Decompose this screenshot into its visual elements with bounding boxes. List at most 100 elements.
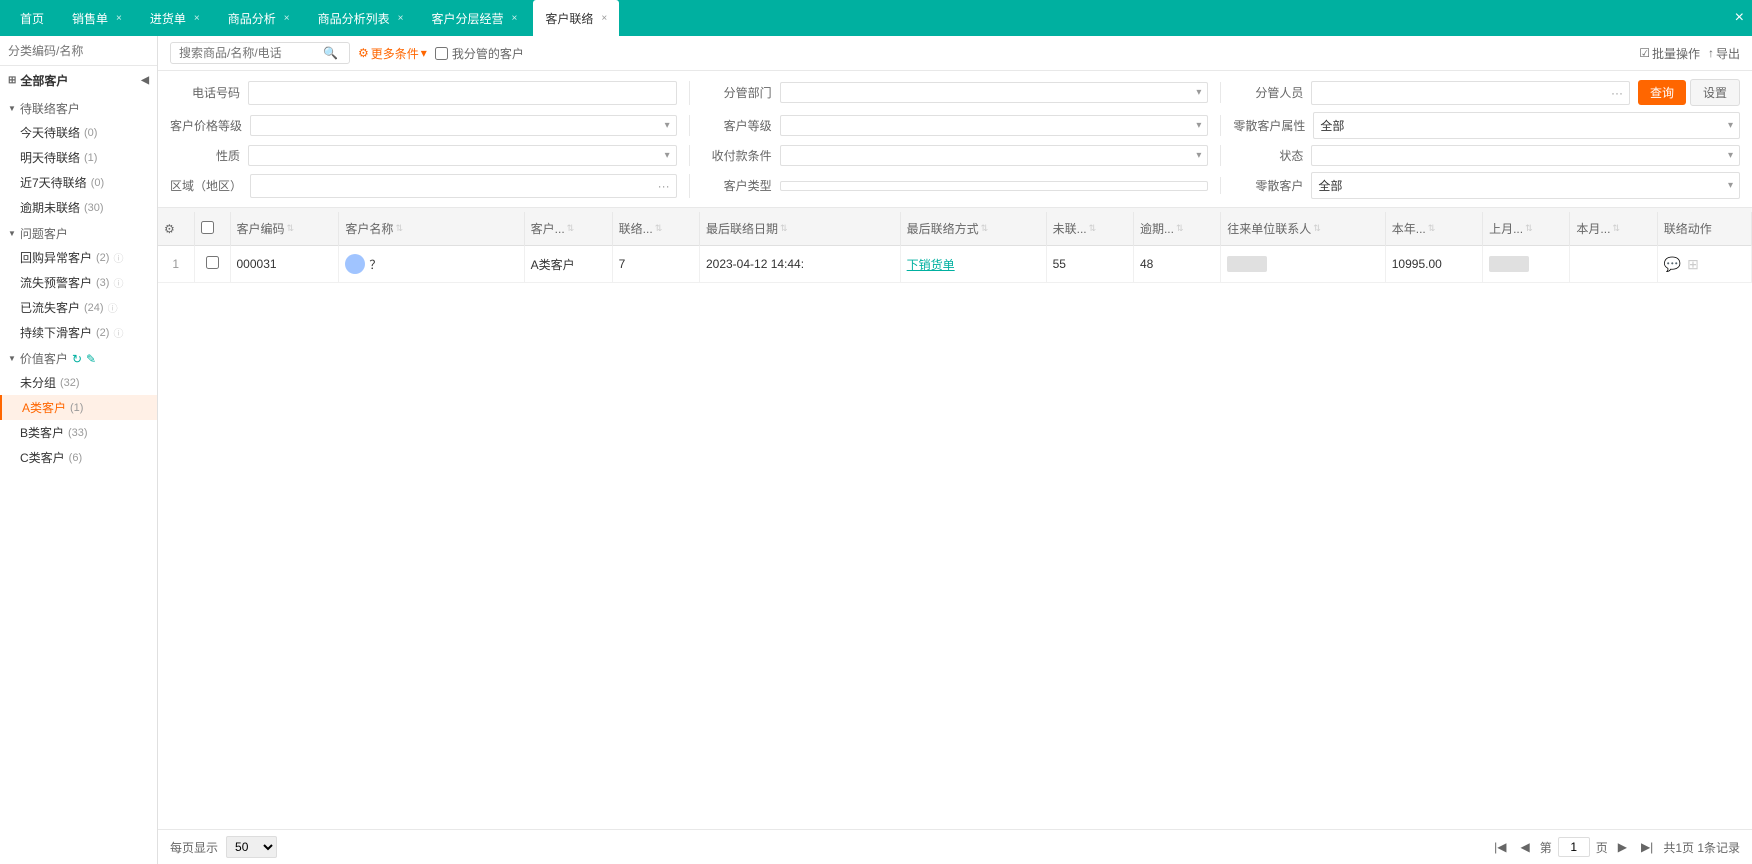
action-message-icon[interactable]: 💬 <box>1664 256 1681 273</box>
unclassified-count: (32) <box>60 377 80 389</box>
main-search-input[interactable] <box>179 46 319 60</box>
nav-sales-close[interactable]: × <box>116 13 122 24</box>
manager-input[interactable]: ··· <box>1311 81 1630 105</box>
type-sort-icon[interactable]: ⇅ <box>567 223 575 234</box>
nav-purchase-close[interactable]: × <box>194 13 200 24</box>
sidebar-item-b-class[interactable]: B类客户 (33) <box>0 420 157 445</box>
select-all-checkbox[interactable] <box>201 221 214 234</box>
sidebar-item-churn-warning[interactable]: 流失预警客户 (3) ⓘ <box>0 270 157 295</box>
last-method-sort-icon[interactable]: ⇅ <box>981 223 989 234</box>
price-level-select[interactable]: ▾ <box>250 115 677 136</box>
region-input[interactable]: ··· <box>250 174 677 198</box>
table-header-row: ⚙ 客户编码 ⇅ 客户名称 <box>158 212 1752 246</box>
retail-attr-field: 零散客户属性 全部 ▾ <box>1233 112 1740 139</box>
payment-select[interactable]: ▾ <box>780 145 1209 166</box>
nav-customer-tier[interactable]: 客户分层经营 × <box>419 0 529 36</box>
pending-contact-group[interactable]: ▼ 待联络客户 <box>0 95 157 120</box>
action-qr-icon[interactable]: ⊞ <box>1687 256 1699 273</box>
nature-select[interactable]: ▾ <box>248 145 677 166</box>
export-icon: ↑ <box>1708 46 1714 60</box>
nav-analysis-list[interactable]: 商品分析列表 × <box>306 0 416 36</box>
7days-count: (0) <box>91 177 104 189</box>
this-year-column-header: 本年... ⇅ <box>1385 212 1482 246</box>
problem-customer-group[interactable]: ▼ 问题客户 <box>0 220 157 245</box>
retail-attr-select[interactable]: 全部 ▾ <box>1313 112 1740 139</box>
filter-row-1: 电话号码 分管部门 ▾ 分管人员 ··· 查询 <box>170 79 1740 106</box>
sidebar-item-churned[interactable]: 已流失客户 (24) ⓘ <box>0 295 157 320</box>
tomorrow-count: (1) <box>84 152 97 164</box>
customer-table: ⚙ 客户编码 ⇅ 客户名称 <box>158 212 1752 283</box>
region-dots: ··· <box>658 179 670 193</box>
my-customer-checkbox[interactable]: 我分管的客户 <box>435 45 524 62</box>
query-button[interactable]: 查询 <box>1638 80 1686 105</box>
sidebar-item-declining[interactable]: 持续下滑客户 (2) ⓘ <box>0 320 157 345</box>
uncontacted-sort-icon[interactable]: ⇅ <box>1089 223 1097 234</box>
filter-row-4: 区域（地区） ··· 客户类型 零散客户 全部 ▾ <box>170 172 1740 199</box>
nav-analysis-list-close[interactable]: × <box>398 13 404 24</box>
last-page-button[interactable]: ▶| <box>1637 838 1657 856</box>
this-month-sort-icon[interactable]: ⇅ <box>1612 223 1620 234</box>
add-value-group-icon[interactable]: ↻ <box>72 352 82 366</box>
batch-ops-button[interactable]: ☑ 批量操作 <box>1639 45 1700 62</box>
table-row: 1 000031 ？ A类客户 7 2023 <box>158 246 1752 283</box>
overdue-sort-icon[interactable]: ⇅ <box>1176 223 1184 234</box>
contact-sort-icon[interactable]: ⇅ <box>655 223 663 234</box>
customer-type-input[interactable] <box>780 181 1209 191</box>
sidebar-search-area: 🔍 <box>0 36 157 66</box>
contact-person-col-label: 往来单位联系人 <box>1227 220 1311 237</box>
row-name: ？ <box>339 246 524 283</box>
my-customer-check[interactable] <box>435 47 448 60</box>
page-input[interactable] <box>1558 837 1590 857</box>
nav-customer-tier-close[interactable]: × <box>511 13 517 24</box>
sidebar-item-c-class[interactable]: C类客户 (6) <box>0 445 157 470</box>
sidebar-item-overdue[interactable]: 逾期未联络 (30) <box>0 195 157 220</box>
status-select[interactable]: ▾ <box>1311 145 1740 166</box>
phone-field: 电话号码 <box>170 81 690 105</box>
per-page-select[interactable]: 50 100 200 <box>226 836 277 858</box>
edit-value-group-icon[interactable]: ✎ <box>86 352 96 366</box>
table-settings-icon[interactable]: ⚙ <box>164 222 175 236</box>
customer-level-field: 客户等级 ▾ <box>702 115 1222 136</box>
last-contact-method-link[interactable]: 下销货单 <box>907 258 955 272</box>
export-button[interactable]: ↑ 导出 <box>1708 45 1740 62</box>
nav-analysis-close[interactable]: × <box>284 13 290 24</box>
sidebar-item-tomorrow[interactable]: 明天待联络 (1) <box>0 145 157 170</box>
last-month-sort-icon[interactable]: ⇅ <box>1525 223 1533 234</box>
first-page-button[interactable]: |◀ <box>1490 838 1510 856</box>
window-close-button[interactable]: × <box>1735 9 1744 27</box>
retail-customer-select[interactable]: 全部 ▾ <box>1311 172 1740 199</box>
today-count: (0) <box>84 127 97 139</box>
overdue-count: (30) <box>84 202 104 214</box>
sidebar-item-today[interactable]: 今天待联络 (0) <box>0 120 157 145</box>
nav-home[interactable]: 首页 <box>8 0 56 36</box>
sidebar-item-a-class[interactable]: A类客户 (1) <box>0 395 157 420</box>
nav-customer-contact-close[interactable]: × <box>601 13 607 24</box>
nav-sales[interactable]: 销售单 × <box>60 0 134 36</box>
a-class-count: (1) <box>70 402 83 414</box>
row-checkbox[interactable] <box>206 256 219 269</box>
next-page-button[interactable]: ▶ <box>1614 838 1631 856</box>
sidebar-search-input[interactable] <box>8 44 158 58</box>
manager-dots: ··· <box>1611 86 1623 100</box>
last-month-placeholder <box>1489 256 1529 272</box>
contact-person-sort-icon[interactable]: ⇅ <box>1313 223 1321 234</box>
prev-page-button[interactable]: ◀ <box>1516 838 1533 856</box>
settings-button[interactable]: 设置 <box>1690 79 1740 106</box>
sidebar-item-unclassified[interactable]: 未分组 (32) <box>0 370 157 395</box>
sidebar-item-repurchase-abnormal[interactable]: 回购异常客户 (2) ⓘ <box>0 245 157 270</box>
this-year-sort-icon[interactable]: ⇅ <box>1428 223 1436 234</box>
nav-customer-contact[interactable]: 客户联络 × <box>533 0 619 36</box>
nav-analysis[interactable]: 商品分析 × <box>216 0 302 36</box>
sidebar-item-7days[interactable]: 近7天待联络 (0) <box>0 170 157 195</box>
dept-select[interactable]: ▾ <box>780 82 1209 103</box>
name-sort-icon[interactable]: ⇅ <box>395 223 403 234</box>
last-date-sort-icon[interactable]: ⇅ <box>780 223 788 234</box>
customer-level-select[interactable]: ▾ <box>780 115 1209 136</box>
code-sort-icon[interactable]: ⇅ <box>287 223 295 234</box>
main-search-icon[interactable]: 🔍 <box>323 46 338 60</box>
value-customer-group[interactable]: ▼ 价值客户 ↻ ✎ <box>0 345 157 370</box>
more-filter-button[interactable]: ⚙ 更多条件 ▾ <box>358 45 427 62</box>
phone-input[interactable] <box>248 81 677 105</box>
all-customers-header[interactable]: ⊞ 全部客户 ◀ <box>0 66 157 95</box>
nav-purchase[interactable]: 进货单 × <box>138 0 212 36</box>
